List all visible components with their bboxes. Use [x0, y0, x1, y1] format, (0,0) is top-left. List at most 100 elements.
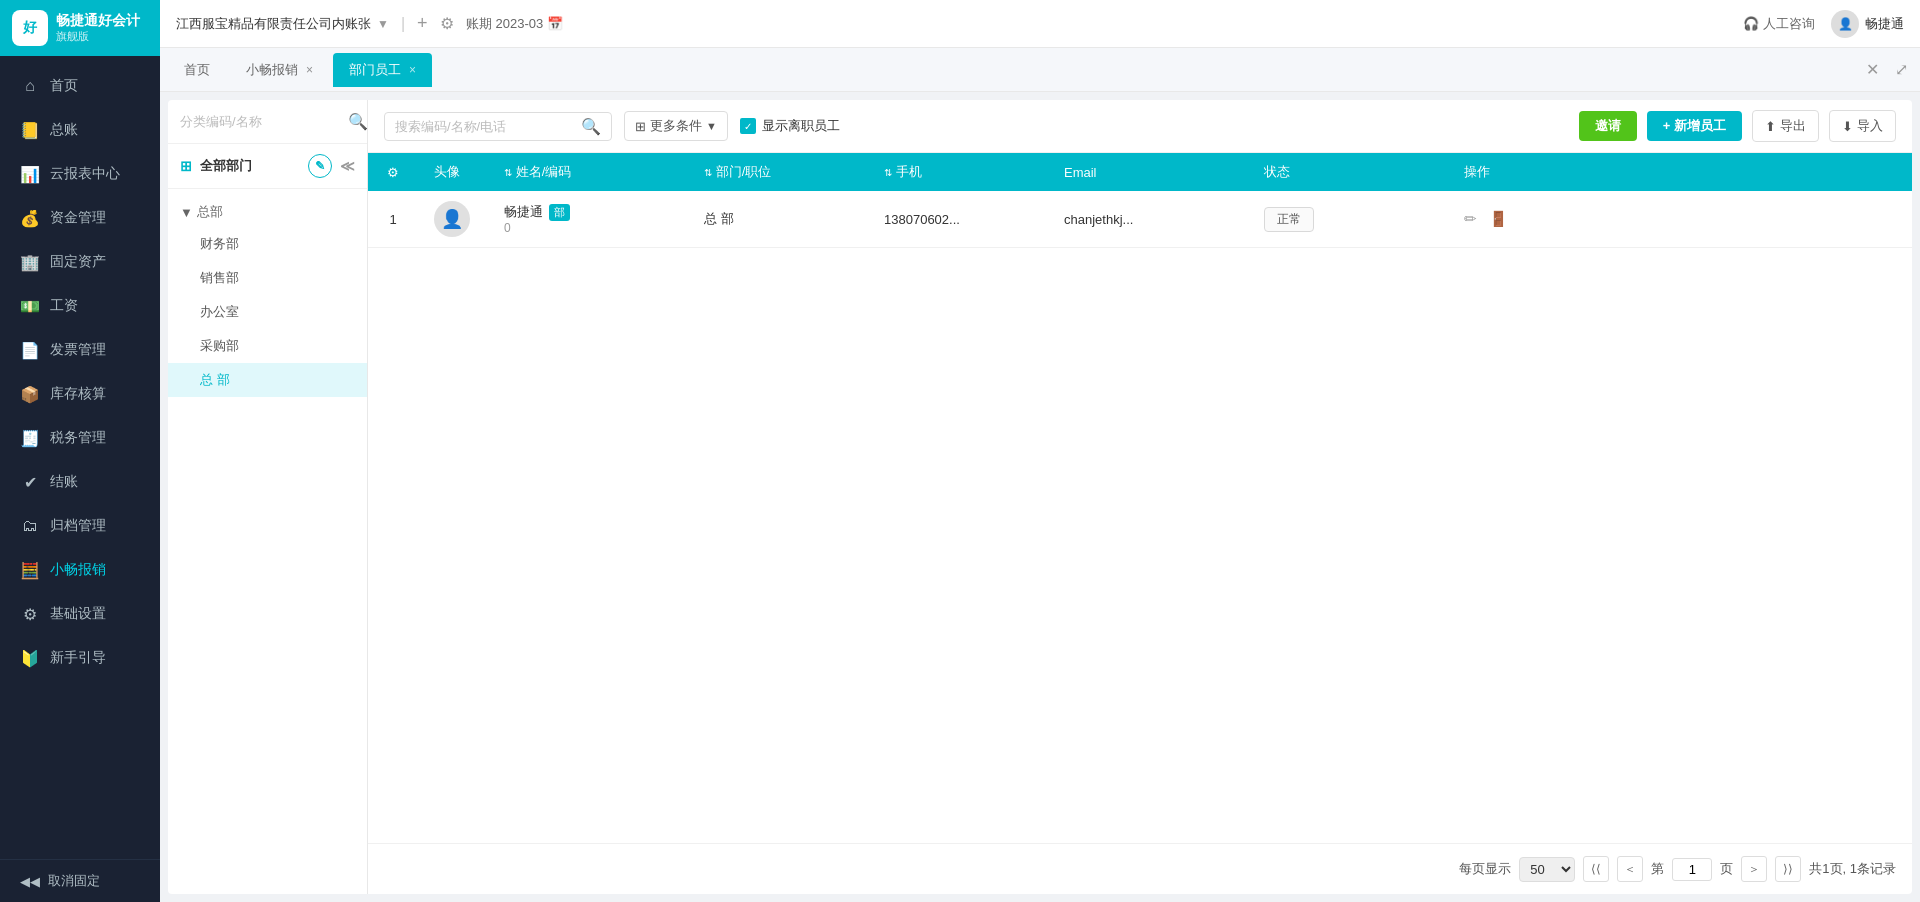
payroll-icon: 💵 — [20, 296, 40, 316]
row-index: 1 — [368, 191, 418, 248]
add-company-btn[interactable]: + — [417, 13, 428, 34]
sidebar-item-reports[interactable]: 📊 云报表中心 — [0, 152, 160, 196]
employee-name-wrapper: 畅捷通 部 — [504, 203, 672, 221]
sidebar-item-guide[interactable]: 🔰 新手引导 — [0, 636, 160, 680]
tab-expense[interactable]: 小畅报销 × — [230, 53, 329, 87]
sidebar-item-settlement[interactable]: ✔ 结账 — [0, 460, 160, 504]
tab-employees-close[interactable]: × — [409, 63, 416, 77]
sidebar-item-label: 云报表中心 — [50, 165, 120, 183]
next-page-btn[interactable]: ＞ — [1741, 856, 1767, 882]
sidebar-item-label: 结账 — [50, 473, 78, 491]
company-selector[interactable]: 江西服宝精品有限责任公司内账张 ▼ — [176, 15, 389, 33]
logo-icon: 好 — [12, 10, 48, 46]
page-number-input[interactable] — [1672, 858, 1712, 881]
dept-item-sales[interactable]: 销售部 — [168, 261, 367, 295]
ledger-icon: 📒 — [20, 120, 40, 140]
dept-search-input[interactable] — [180, 114, 348, 129]
sidebar-item-invoice[interactable]: 📄 发票管理 — [0, 328, 160, 372]
user-name: 畅捷通 — [1865, 15, 1904, 33]
sidebar-item-archive[interactable]: 🗂 归档管理 — [0, 504, 160, 548]
col-phone-label: 手机 — [896, 164, 922, 179]
import-button[interactable]: ⬇ 导入 — [1829, 110, 1896, 142]
last-page-btn[interactable]: ⟩⟩ — [1775, 856, 1801, 882]
sidebar-item-funds[interactable]: 💰 资金管理 — [0, 196, 160, 240]
dept-item-purchase[interactable]: 采购部 — [168, 329, 367, 363]
invite-button[interactable]: 邀请 — [1579, 111, 1637, 141]
settings-btn[interactable]: ⚙ — [440, 14, 454, 33]
sidebar-item-assets[interactable]: 🏢 固定资产 — [0, 240, 160, 284]
dept-search-icon[interactable]: 🔍 — [348, 112, 368, 131]
logout-employee-btn[interactable]: 🚪 — [1489, 210, 1508, 228]
row-email: chanjethkj... — [1048, 191, 1248, 248]
close-all-tabs-btn[interactable]: ✕ — [1862, 56, 1883, 83]
tab-expense-close[interactable]: × — [306, 63, 313, 77]
employee-panel: 🔍 ⊞ 更多条件 ▼ ✓ 显示离职员工 邀请 + 新增员工 ⬆ 导出 — [368, 100, 1912, 894]
col-name[interactable]: ⇅ 姓名/编码 — [488, 153, 688, 191]
col-phone[interactable]: ⇅ 手机 — [868, 153, 1048, 191]
row-actions: ✏ 🚪 — [1448, 191, 1912, 248]
show-resigned-checkbox[interactable]: ✓ 显示离职员工 — [740, 117, 840, 135]
sidebar-item-inventory[interactable]: 📦 库存核算 — [0, 372, 160, 416]
row-status: 正常 — [1248, 191, 1448, 248]
all-dept-header[interactable]: ⊞ 全部部门 ✎ ≪ — [168, 144, 367, 189]
edit-employee-btn[interactable]: ✏ — [1464, 210, 1477, 228]
export-icon: ⬆ — [1765, 119, 1776, 134]
dept-collapse-btn[interactable]: ≪ — [340, 158, 355, 174]
sidebar-item-label: 归档管理 — [50, 517, 106, 535]
sidebar-item-ledger[interactable]: 📒 总账 — [0, 108, 160, 152]
employee-search-box: 🔍 — [384, 112, 612, 141]
prev-page-btn[interactable]: ＜ — [1617, 856, 1643, 882]
dept-item-finance[interactable]: 财务部 — [168, 227, 367, 261]
expand-tabs-btn[interactable]: ⤢ — [1891, 56, 1912, 83]
sidebar-item-label: 小畅报销 — [50, 561, 106, 579]
col-status-label: 状态 — [1264, 164, 1290, 179]
filter-btn[interactable]: ⊞ 更多条件 ▼ — [624, 111, 728, 141]
col-dept[interactable]: ⇅ 部门/职位 — [688, 153, 868, 191]
sidebar-item-settings[interactable]: ⚙ 基础设置 — [0, 592, 160, 636]
row-phone: 138070602... — [868, 191, 1048, 248]
employee-search-input[interactable] — [395, 119, 575, 134]
user-menu[interactable]: 👤 畅捷通 — [1831, 10, 1904, 38]
dept-item-general[interactable]: 总 部 — [168, 363, 367, 397]
sidebar-item-label: 资金管理 — [50, 209, 106, 227]
sidebar-item-tax[interactable]: 🧾 税务管理 — [0, 416, 160, 460]
page-size-select[interactable]: 50 10 20 100 — [1519, 857, 1575, 882]
tab-home[interactable]: 首页 — [168, 53, 226, 87]
support-btn[interactable]: 🎧 人工咨询 — [1743, 15, 1815, 33]
employee-avatar: 👤 — [434, 201, 470, 237]
export-button[interactable]: ⬆ 导出 — [1752, 110, 1819, 142]
action-icons: ✏ 🚪 — [1464, 210, 1896, 228]
dept-item-office[interactable]: 办公室 — [168, 295, 367, 329]
app-logo: 好 畅捷通好会计 旗舰版 — [0, 0, 160, 56]
tab-employees[interactable]: 部门员工 × — [333, 53, 432, 87]
page-container: 🔍 ⊞ 全部部门 ✎ ≪ ▼ 总部 财务部 销售部 — [168, 100, 1912, 894]
funds-icon: 💰 — [20, 208, 40, 228]
employee-search-icon[interactable]: 🔍 — [581, 117, 601, 136]
tabs-actions: ✕ ⤢ — [1862, 56, 1912, 83]
period-selector[interactable]: 账期 2023-03 📅 — [466, 15, 564, 33]
employee-name-text: 畅捷通 — [504, 203, 543, 221]
sidebar-item-home[interactable]: ⌂ 首页 — [0, 64, 160, 108]
dept-tree: ▼ 总部 财务部 销售部 办公室 采购部 总 部 — [168, 189, 367, 894]
inventory-icon: 📦 — [20, 384, 40, 404]
sidebar-item-label: 税务管理 — [50, 429, 106, 447]
tabs-bar: 首页 小畅报销 × 部门员工 × ✕ ⤢ — [160, 48, 1920, 92]
cancel-pin-button[interactable]: ◀◀ 取消固定 — [0, 859, 160, 902]
col-avatar: 头像 — [418, 153, 488, 191]
pagination: 每页显示 50 10 20 100 ⟨⟨ ＜ 第 页 ＞ ⟩⟩ 共1页, 1条记… — [368, 843, 1912, 894]
archive-icon: 🗂 — [20, 516, 40, 536]
sidebar-item-label: 发票管理 — [50, 341, 106, 359]
sidebar-item-expense[interactable]: 🧮 小畅报销 — [0, 548, 160, 592]
sidebar-item-payroll[interactable]: 💵 工资 — [0, 284, 160, 328]
dept-edit-btn[interactable]: ✎ — [308, 154, 332, 178]
company-name: 江西服宝精品有限责任公司内账张 — [176, 15, 371, 33]
guide-icon: 🔰 — [20, 648, 40, 668]
col-settings[interactable]: ⚙ — [368, 153, 418, 191]
sidebar-item-label: 基础设置 — [50, 605, 106, 623]
page-size-label: 每页显示 — [1459, 860, 1511, 878]
user-avatar: 👤 — [1831, 10, 1859, 38]
add-employee-button[interactable]: + 新增员工 — [1647, 111, 1742, 141]
period-label: 账期 — [466, 15, 492, 33]
first-page-btn[interactable]: ⟨⟨ — [1583, 856, 1609, 882]
export-label: 导出 — [1780, 117, 1806, 135]
